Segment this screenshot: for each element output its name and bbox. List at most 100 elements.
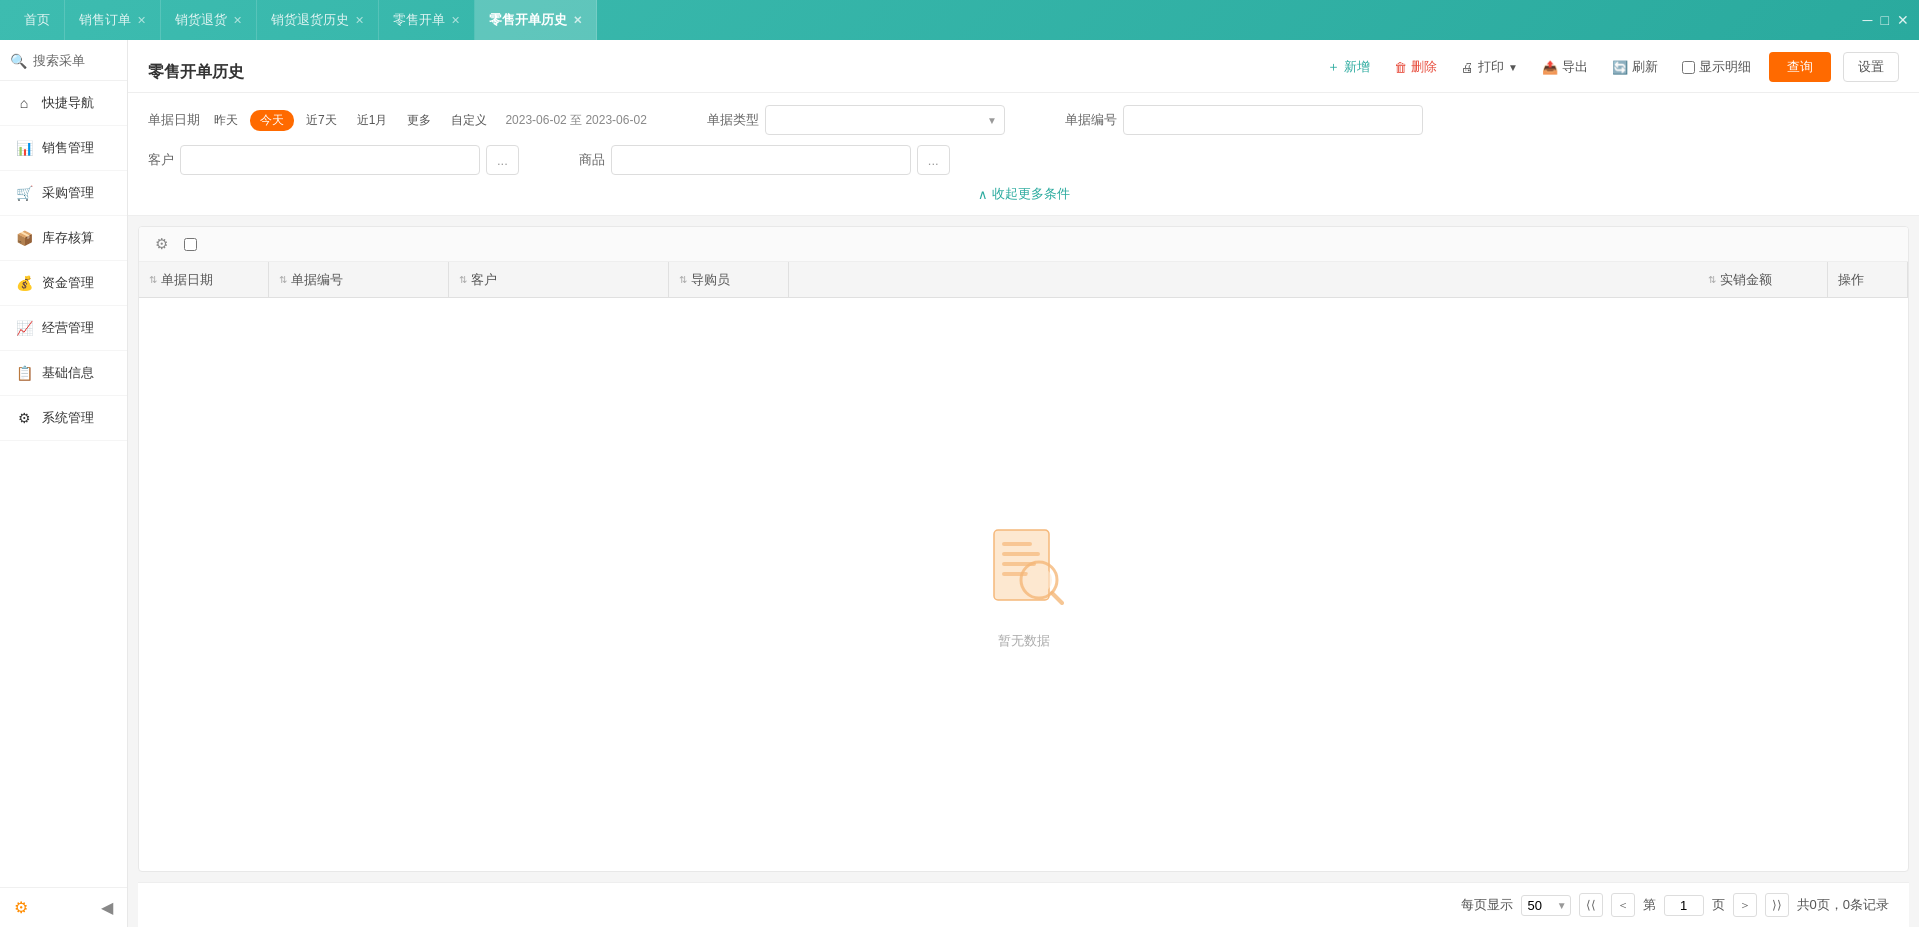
next-page-button[interactable]: ＞	[1733, 893, 1757, 917]
sidebar-item-label: 库存核算	[42, 229, 94, 247]
number-input[interactable]	[1123, 105, 1423, 135]
tab-home[interactable]: + 新增 首页	[10, 0, 65, 40]
sidebar-item-purchase[interactable]: 🛒 采购管理	[0, 171, 127, 216]
setting-button[interactable]: 设置	[1843, 52, 1899, 82]
total-label: 共0页，0条记录	[1797, 896, 1889, 914]
close-tab-sales-order[interactable]: ✕	[137, 14, 146, 27]
prev-page-button[interactable]: ＜	[1611, 893, 1635, 917]
customer-dots-button[interactable]: ...	[486, 145, 519, 175]
sidebar: 🔍 搜索采单 ⌂ 快捷导航 📊 销售管理 🛒 采购管理 📦 库存核算 💰 资金管…	[0, 40, 128, 927]
close-tab-sales-return-history[interactable]: ✕	[355, 14, 364, 27]
date-tab-7days[interactable]: 近7天	[298, 110, 345, 131]
last-page-button[interactable]: ⟩⟩	[1765, 893, 1789, 917]
close-tab-retail-order-history[interactable]: ✕	[573, 14, 582, 27]
sidebar-item-system[interactable]: ⚙ 系统管理	[0, 396, 127, 441]
window-close[interactable]: ✕	[1897, 12, 1909, 28]
sort-icon-guide[interactable]: ⇅	[679, 274, 687, 285]
sidebar-item-sales[interactable]: 📊 销售管理	[0, 126, 127, 171]
refresh-button[interactable]: 🔄 刷新	[1606, 54, 1664, 80]
svg-line-7	[1052, 593, 1062, 603]
filter-row-2: 客户 ... 商品 ...	[148, 145, 1899, 175]
date-tab-yesterday[interactable]: 昨天	[206, 110, 246, 131]
tab-retail-order-history[interactable]: 零售开单历史 ✕	[475, 0, 597, 40]
th-number: ⇅ 单据编号	[269, 262, 449, 297]
add-icon: ＋	[1327, 58, 1340, 76]
page-label-post: 页	[1712, 896, 1725, 914]
date-tab-more[interactable]: 更多	[399, 110, 439, 131]
window-maximize[interactable]: □	[1881, 12, 1889, 28]
export-icon: 📤	[1542, 60, 1558, 75]
table-gear-button[interactable]: ⚙	[149, 233, 174, 255]
date-tab-1month[interactable]: 近1月	[349, 110, 396, 131]
type-select[interactable]	[765, 105, 1005, 135]
main-layout: 🔍 搜索采单 ⌂ 快捷导航 📊 销售管理 🛒 采购管理 📦 库存核算 💰 资金管…	[0, 40, 1919, 927]
sidebar-item-label: 系统管理	[42, 409, 94, 427]
select-all-checkbox[interactable]	[184, 238, 197, 251]
sidebar-item-label: 基础信息	[42, 364, 94, 382]
filter-row-1: 单据日期 昨天 今天 近7天 近1月 更多 自定义 2023-06-02 至 2…	[148, 105, 1899, 135]
sidebar-search[interactable]: 🔍 搜索采单	[0, 40, 127, 81]
delete-button[interactable]: 🗑 删除	[1388, 54, 1443, 80]
window-minimize[interactable]: ─	[1863, 12, 1873, 28]
pagination: 每页显示 50 100 200 ▼ ⟨⟨ ＜ 第 页 ＞ ⟩⟩ 共0页，0条记录	[138, 882, 1909, 927]
table-header: ⇅ 单据日期 ⇅ 单据编号 ⇅ 客户 ⇅ 导购员 ⇅ 实销金额	[139, 262, 1908, 298]
sidebar-item-inventory[interactable]: 📦 库存核算	[0, 216, 127, 261]
goods-input[interactable]	[611, 145, 911, 175]
display-detail-checkbox[interactable]	[1682, 61, 1695, 74]
display-detail-button[interactable]: 显示明细	[1676, 54, 1757, 80]
page-label-pre: 第	[1643, 896, 1656, 914]
system-icon: ⚙	[14, 408, 34, 428]
per-page-select[interactable]: 50 100 200	[1521, 895, 1571, 916]
purchase-icon: 🛒	[14, 183, 34, 203]
sidebar-item-quick-nav[interactable]: ⌂ 快捷导航	[0, 81, 127, 126]
number-filter-label: 单据编号	[1065, 111, 1117, 129]
type-filter-group: 单据类型 ▼	[707, 105, 1005, 135]
svg-point-6	[1026, 567, 1052, 593]
sidebar-item-basic-info[interactable]: 📋 基础信息	[0, 351, 127, 396]
empty-state: 暂无数据	[974, 520, 1074, 650]
date-range-display: 2023-06-02 至 2023-06-02	[505, 112, 646, 129]
tab-sales-return[interactable]: 销货退货 ✕	[161, 0, 257, 40]
type-filter-label: 单据类型	[707, 111, 759, 129]
th-amount: ⇅ 实销金额	[1698, 262, 1828, 297]
tab-sales-return-history[interactable]: 销货退货历史 ✕	[257, 0, 379, 40]
date-filter-label: 单据日期	[148, 111, 200, 129]
collapse-icon[interactable]: ◀	[101, 898, 113, 917]
th-action: 操作	[1828, 262, 1908, 297]
customer-input[interactable]	[180, 145, 480, 175]
sort-icon-number[interactable]: ⇅	[279, 274, 287, 285]
sort-icon-customer[interactable]: ⇅	[459, 274, 467, 285]
sidebar-item-operations[interactable]: 📈 经营管理	[0, 306, 127, 351]
type-select-wrapper: ▼	[765, 105, 1005, 135]
sidebar-bottom: ⚙ ◀	[0, 887, 127, 927]
tab-sales-order[interactable]: 销售订单 ✕	[65, 0, 161, 40]
customer-filter-label: 客户	[148, 151, 174, 169]
close-tab-retail-order[interactable]: ✕	[451, 14, 460, 27]
goods-filter-group: 商品 ...	[579, 145, 950, 175]
toolbar: ＋ + 新增 新增 🗑 删除 🖨 打印 ▼ 📤 导出	[1321, 52, 1899, 92]
query-button[interactable]: 查询	[1769, 52, 1831, 82]
customer-filter-group: 客户 ...	[148, 145, 519, 175]
page-title: 零售开单历史	[148, 62, 244, 83]
empty-text: 暂无数据	[998, 632, 1050, 650]
add-button[interactable]: ＋ + 新增 新增	[1321, 54, 1376, 80]
tab-retail-order[interactable]: 零售开单 ✕	[379, 0, 475, 40]
settings-icon[interactable]: ⚙	[14, 898, 28, 917]
sidebar-item-label: 经营管理	[42, 319, 94, 337]
export-button[interactable]: 📤 导出	[1536, 54, 1594, 80]
sidebar-item-finance[interactable]: 💰 资金管理	[0, 261, 127, 306]
print-button[interactable]: 🖨 打印 ▼	[1455, 54, 1524, 80]
close-tab-sales-return[interactable]: ✕	[233, 14, 242, 27]
date-tab-today[interactable]: 今天	[250, 110, 294, 131]
inventory-icon: 📦	[14, 228, 34, 248]
sidebar-item-label: 销售管理	[42, 139, 94, 157]
sidebar-item-label: 资金管理	[42, 274, 94, 292]
delete-icon: 🗑	[1394, 60, 1407, 75]
first-page-button[interactable]: ⟨⟨	[1579, 893, 1603, 917]
sort-icon-date[interactable]: ⇅	[149, 274, 157, 285]
date-tab-custom[interactable]: 自定义	[443, 110, 495, 131]
sort-icon-amount[interactable]: ⇅	[1708, 274, 1716, 285]
collapse-bar[interactable]: ∧ 收起更多条件	[148, 185, 1899, 203]
goods-dots-button[interactable]: ...	[917, 145, 950, 175]
page-number-input[interactable]	[1664, 895, 1704, 916]
